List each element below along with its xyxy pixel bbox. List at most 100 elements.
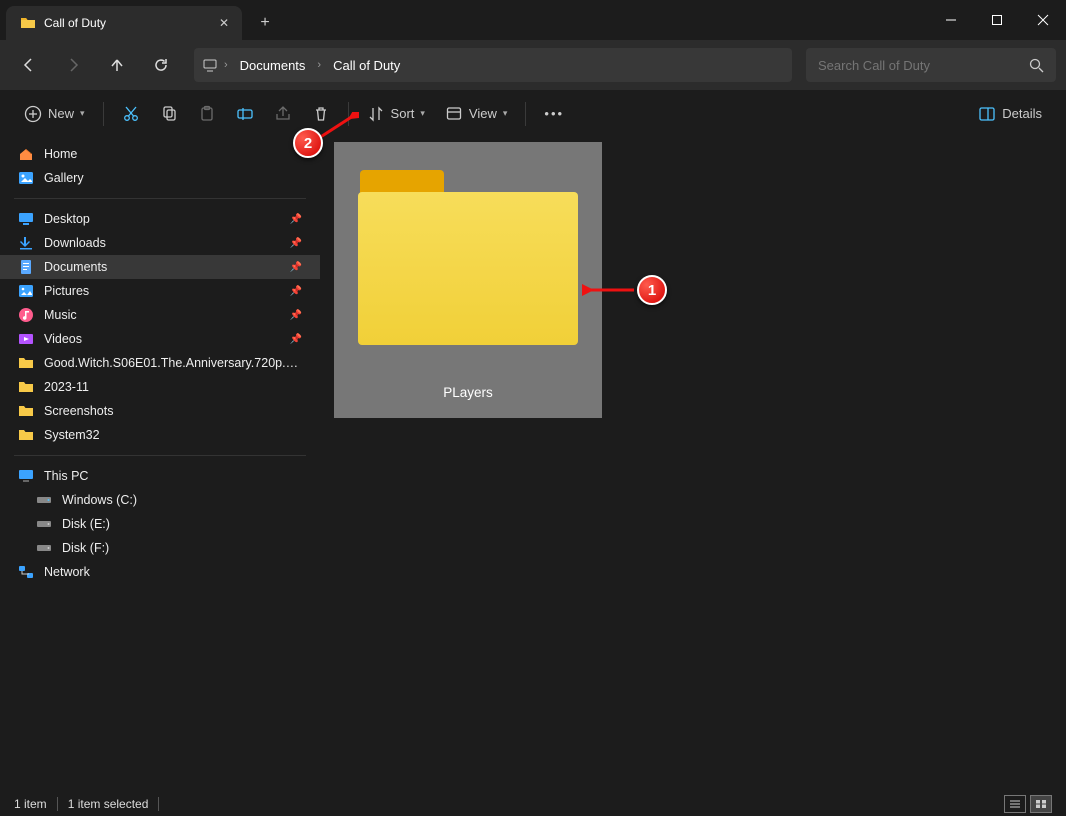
window-controls xyxy=(928,0,1066,40)
separator xyxy=(14,198,306,199)
sort-button[interactable]: Sort ▾ xyxy=(359,98,433,130)
paste-icon xyxy=(198,105,216,123)
gallery-icon xyxy=(18,170,34,186)
folder-icon xyxy=(18,427,34,443)
details-label: Details xyxy=(1002,106,1042,121)
refresh-button[interactable] xyxy=(142,48,180,82)
annotation-arrow-1 xyxy=(582,278,638,302)
share-button[interactable] xyxy=(266,98,300,130)
share-icon xyxy=(274,105,292,123)
sidebar-item-desktop[interactable]: Desktop📌 xyxy=(0,207,320,231)
view-button[interactable]: View ▾ xyxy=(437,98,515,130)
separator xyxy=(14,455,306,456)
list-view-toggle[interactable] xyxy=(1004,795,1026,813)
pc-icon xyxy=(202,57,218,73)
sidebar-item-gallery[interactable]: Gallery xyxy=(0,166,320,190)
sidebar-item-drive[interactable]: Disk (E:) xyxy=(0,512,320,536)
sidebar: Home Gallery Desktop📌 Downloads📌 Documen… xyxy=(0,138,320,790)
pin-icon: 📌 xyxy=(290,214,302,225)
sidebar-item-network[interactable]: Network xyxy=(0,560,320,584)
separator xyxy=(57,797,58,811)
drive-icon xyxy=(36,516,52,532)
plus-circle-icon xyxy=(24,105,42,123)
status-item-count: 1 item xyxy=(14,797,47,811)
status-bar: 1 item 1 item selected xyxy=(0,790,1066,816)
minimize-button[interactable] xyxy=(928,0,974,40)
forward-button[interactable] xyxy=(54,48,92,82)
sidebar-item-folder[interactable]: 2023-11 xyxy=(0,375,320,399)
sidebar-item-drive[interactable]: Disk (F:) xyxy=(0,536,320,560)
sidebar-item-folder[interactable]: Good.Witch.S06E01.The.Anniversary.720p.A… xyxy=(0,351,320,375)
up-button[interactable] xyxy=(98,48,136,82)
sidebar-item-drive[interactable]: Windows (C:) xyxy=(0,488,320,512)
separator xyxy=(525,102,526,126)
back-button[interactable] xyxy=(10,48,48,82)
downloads-icon xyxy=(18,235,34,251)
chevron-right-icon: › xyxy=(315,59,323,71)
pc-icon xyxy=(18,468,34,484)
folder-icon xyxy=(18,355,34,371)
chevron-down-icon: ▾ xyxy=(420,108,425,119)
address-bar-row: › Documents › Call of Duty xyxy=(0,40,1066,90)
music-icon xyxy=(18,307,34,323)
chevron-down-icon: ▾ xyxy=(80,108,85,119)
more-button[interactable]: ••• xyxy=(536,98,572,130)
content-pane[interactable]: PLayers xyxy=(320,138,1066,790)
details-icon xyxy=(978,105,996,123)
close-window-button[interactable] xyxy=(1020,0,1066,40)
details-pane-button[interactable]: Details xyxy=(970,98,1050,130)
search-box[interactable] xyxy=(806,48,1056,82)
chevron-down-icon: ▾ xyxy=(503,108,508,119)
documents-icon xyxy=(18,259,34,275)
folder-icon xyxy=(20,15,36,31)
titlebar: Call of Duty ✕ + xyxy=(0,0,1066,40)
sidebar-item-thispc[interactable]: This PC xyxy=(0,464,320,488)
pin-icon: 📌 xyxy=(290,310,302,321)
new-button[interactable]: New ▾ xyxy=(16,98,93,130)
sidebar-item-music[interactable]: Music📌 xyxy=(0,303,320,327)
crumb-current[interactable]: Call of Duty xyxy=(327,56,406,75)
drive-icon xyxy=(36,492,52,508)
copy-icon xyxy=(160,105,178,123)
cut-button[interactable] xyxy=(114,98,148,130)
ellipsis-icon: ••• xyxy=(544,106,564,121)
sidebar-item-folder[interactable]: Screenshots xyxy=(0,399,320,423)
pin-icon: 📌 xyxy=(290,334,302,345)
window-tab[interactable]: Call of Duty ✕ xyxy=(6,6,242,40)
folder-item-label: PLayers xyxy=(443,385,493,400)
grid-view-toggle[interactable] xyxy=(1030,795,1052,813)
search-icon[interactable] xyxy=(1029,58,1044,73)
sidebar-item-pictures[interactable]: Pictures📌 xyxy=(0,279,320,303)
new-label: New xyxy=(48,106,74,121)
maximize-button[interactable] xyxy=(974,0,1020,40)
home-icon xyxy=(18,146,34,162)
separator xyxy=(158,797,159,811)
sidebar-item-folder[interactable]: System32 xyxy=(0,423,320,447)
folder-icon xyxy=(18,403,34,419)
sidebar-item-downloads[interactable]: Downloads📌 xyxy=(0,231,320,255)
sidebar-item-documents[interactable]: Documents📌 xyxy=(0,255,320,279)
sidebar-item-videos[interactable]: Videos📌 xyxy=(0,327,320,351)
folder-large-icon xyxy=(358,170,578,345)
breadcrumb[interactable]: › Documents › Call of Duty xyxy=(194,48,792,82)
search-input[interactable] xyxy=(818,58,1021,73)
sort-icon xyxy=(367,105,385,123)
scissors-icon xyxy=(122,105,140,123)
drive-icon xyxy=(36,540,52,556)
view-icon xyxy=(445,105,463,123)
crumb-documents[interactable]: Documents xyxy=(234,56,312,75)
paste-button[interactable] xyxy=(190,98,224,130)
rename-button[interactable] xyxy=(228,98,262,130)
annotation-badge-2: 2 xyxy=(293,128,323,158)
desktop-icon xyxy=(18,211,34,227)
new-tab-button[interactable]: + xyxy=(248,6,282,40)
close-tab-button[interactable]: ✕ xyxy=(216,15,232,31)
view-label: View xyxy=(469,106,497,121)
folder-icon xyxy=(18,379,34,395)
folder-item-selected[interactable]: PLayers xyxy=(334,142,602,418)
pin-icon: 📌 xyxy=(290,286,302,297)
copy-button[interactable] xyxy=(152,98,186,130)
separator xyxy=(103,102,104,126)
pin-icon: 📌 xyxy=(290,238,302,249)
sidebar-item-home[interactable]: Home xyxy=(0,142,320,166)
